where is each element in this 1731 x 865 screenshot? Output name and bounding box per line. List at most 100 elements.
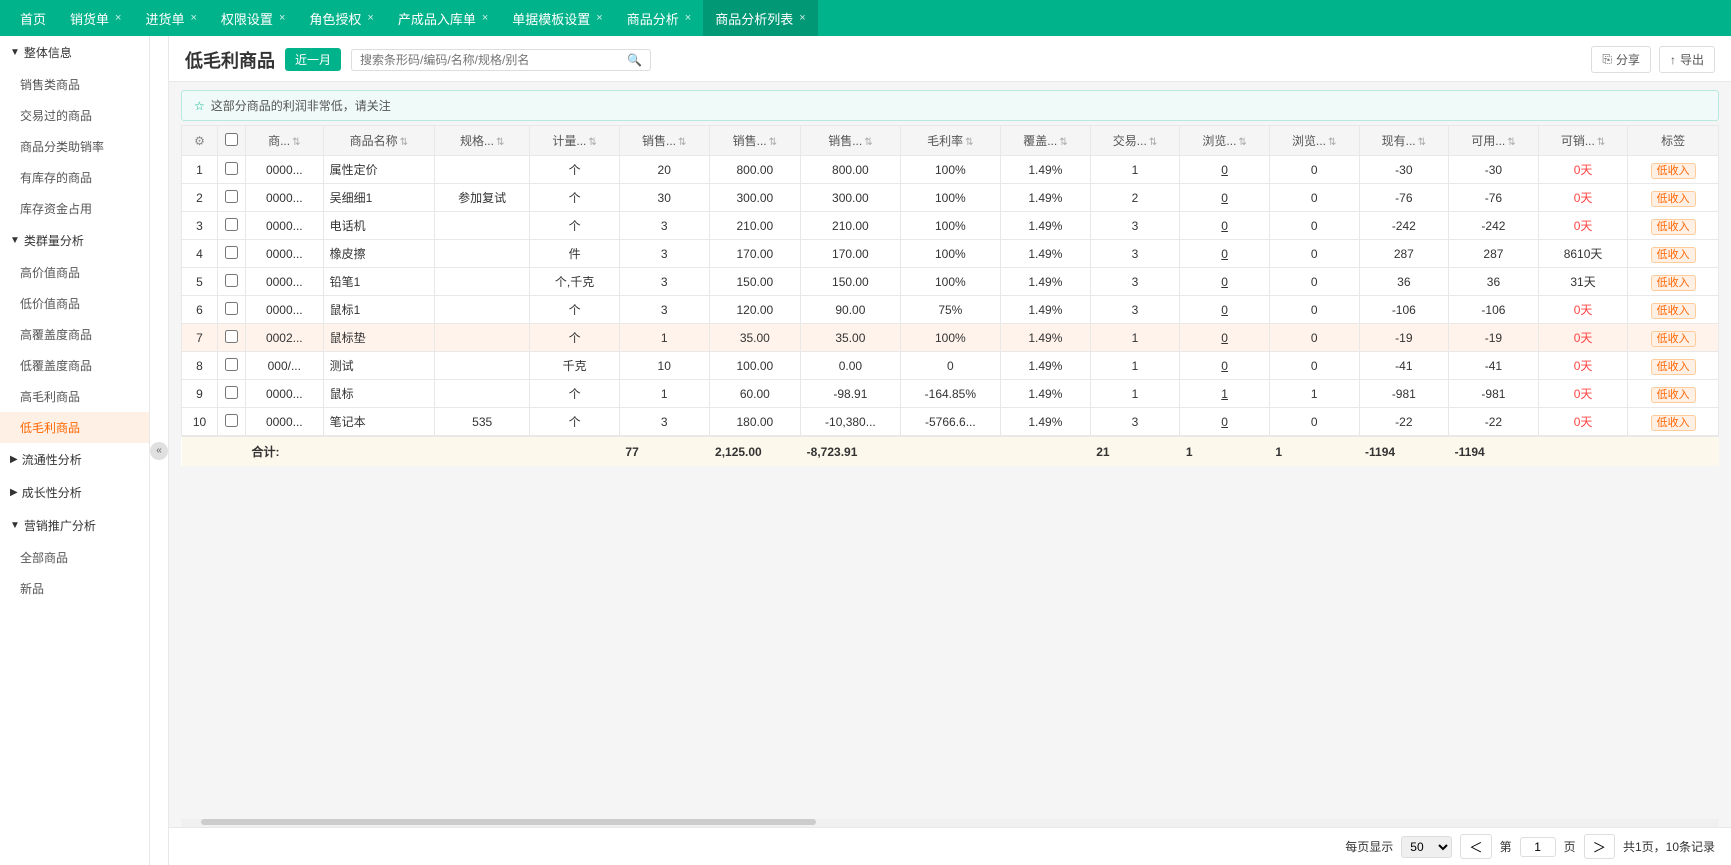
sidebar-item-low-coverage[interactable]: 低覆盖度商品 <box>0 350 149 381</box>
sidebar-item-sales-goods[interactable]: 销售类商品 <box>0 69 149 100</box>
per-page-select[interactable]: 50 100 200 <box>1401 836 1452 858</box>
row-name[interactable]: 属性定价 <box>323 156 434 184</box>
row-checkbox[interactable] <box>218 352 246 380</box>
col-browse1[interactable]: 浏览...⇅ <box>1180 126 1270 156</box>
close-icon[interactable]: × <box>279 12 285 24</box>
row-checkbox[interactable] <box>218 240 246 268</box>
nav-purchase-order[interactable]: 进货单 × <box>133 0 208 36</box>
row-checkbox[interactable] <box>218 408 246 437</box>
row-checkbox[interactable] <box>218 212 246 240</box>
close-icon[interactable]: × <box>596 12 602 24</box>
page-number-input[interactable] <box>1520 837 1556 857</box>
row-name[interactable]: 铅笔1 <box>323 268 434 296</box>
close-icon[interactable]: × <box>799 12 805 24</box>
row-sale-price: 35.00 <box>709 324 801 352</box>
row-name[interactable]: 吴细细1 <box>323 184 434 212</box>
row-name[interactable]: 测试 <box>323 352 434 380</box>
row-browse2: 0 <box>1269 352 1359 380</box>
share-button[interactable]: ⎘ 分享 <box>1591 46 1651 73</box>
row-name[interactable]: 电话机 <box>323 212 434 240</box>
sidebar-group-circulation[interactable]: ▶ 流通性分析 <box>0 443 149 476</box>
sidebar-group-growth[interactable]: ▶ 成长性分析 <box>0 476 149 509</box>
nav-home[interactable]: 首页 <box>8 0 58 36</box>
col-transactions[interactable]: 交易...⇅ <box>1090 126 1180 156</box>
row-checkbox[interactable] <box>218 156 246 184</box>
row-browse1[interactable]: 0 <box>1180 212 1270 240</box>
row-browse1[interactable]: 0 <box>1180 324 1270 352</box>
sidebar-item-high-margin[interactable]: 高毛利商品 <box>0 381 149 412</box>
close-icon[interactable]: × <box>685 12 691 24</box>
row-browse1[interactable]: 0 <box>1180 268 1270 296</box>
row-checkbox[interactable] <box>218 380 246 408</box>
col-name[interactable]: 商品名称⇅ <box>323 126 434 156</box>
next-page-btn[interactable]: ＞ <box>1584 834 1615 859</box>
row-browse1[interactable]: 0 <box>1180 240 1270 268</box>
row-name[interactable]: 橡皮擦 <box>323 240 434 268</box>
row-no: 9 <box>182 380 218 408</box>
prev-page-btn[interactable]: ＜ <box>1460 834 1491 859</box>
search-icon[interactable]: 🔍 <box>627 53 642 67</box>
nav-product-analysis-list[interactable]: 商品分析列表 × <box>703 0 817 36</box>
row-name[interactable]: 鼠标1 <box>323 296 434 324</box>
select-all-checkbox[interactable] <box>225 133 238 146</box>
row-browse1[interactable]: 1 <box>1180 380 1270 408</box>
sidebar-item-stock-funds[interactable]: 库存资金占用 <box>0 193 149 224</box>
row-browse1[interactable]: 0 <box>1180 184 1270 212</box>
col-sellable[interactable]: 可销...⇅ <box>1538 126 1628 156</box>
sidebar-group-marketing[interactable]: ▼ 营销推广分析 <box>0 509 149 542</box>
col-margin[interactable]: 毛利率⇅ <box>900 126 1000 156</box>
col-qty[interactable]: 销售...⇅ <box>619 126 709 156</box>
sidebar-group-cluster[interactable]: ▼ 类群量分析 <box>0 224 149 257</box>
close-icon[interactable]: × <box>190 12 196 24</box>
table-row: 6 0000... 鼠标1 个 3 120.00 90.00 75% 1.49%… <box>182 296 1719 324</box>
sidebar-group-overview[interactable]: ▼ 整体信息 <box>0 36 149 69</box>
search-input[interactable] <box>360 53 627 67</box>
col-sale-amount[interactable]: 销售...⇅ <box>801 126 900 156</box>
sidebar-item-category-rate[interactable]: 商品分类助销率 <box>0 131 149 162</box>
row-checkbox[interactable] <box>218 268 246 296</box>
col-unit[interactable]: 计量...⇅ <box>530 126 620 156</box>
row-name[interactable]: 笔记本 <box>323 408 434 437</box>
nav-product-analysis[interactable]: 商品分析 × <box>615 0 703 36</box>
row-sale-amount: 210.00 <box>801 212 900 240</box>
sidebar-item-traded-goods[interactable]: 交易过的商品 <box>0 100 149 131</box>
row-checkbox[interactable] <box>218 296 246 324</box>
row-name[interactable]: 鼠标垫 <box>323 324 434 352</box>
col-spec[interactable]: 规格...⇅ <box>435 126 530 156</box>
row-checkbox[interactable] <box>218 184 246 212</box>
sidebar-item-new-goods[interactable]: 新品 <box>0 573 149 604</box>
nav-role-auth[interactable]: 角色授权 × <box>297 0 385 36</box>
row-browse1[interactable]: 0 <box>1180 296 1270 324</box>
row-transactions: 3 <box>1090 408 1180 437</box>
sidebar-item-stocked-goods[interactable]: 有库存的商品 <box>0 162 149 193</box>
row-browse1[interactable]: 0 <box>1180 352 1270 380</box>
close-icon[interactable]: × <box>482 12 488 24</box>
row-sale-amount: 300.00 <box>801 184 900 212</box>
sidebar-item-high-coverage[interactable]: 高覆盖度商品 <box>0 319 149 350</box>
nav-sales-order[interactable]: 销货单 × <box>58 0 133 36</box>
sidebar-item-low-value[interactable]: 低价值商品 <box>0 288 149 319</box>
sidebar-item-high-value[interactable]: 高价值商品 <box>0 257 149 288</box>
settings-icon[interactable]: ⚙ <box>194 134 205 148</box>
nav-product-entry[interactable]: 产成品入库单 × <box>386 0 500 36</box>
col-code[interactable]: 商...⇅ <box>246 126 324 156</box>
sidebar-collapse-btn[interactable]: « <box>150 36 169 865</box>
export-button[interactable]: ↑ 导出 <box>1659 46 1715 73</box>
row-browse1[interactable]: 0 <box>1180 408 1270 437</box>
sidebar-item-all-goods[interactable]: 全部商品 <box>0 542 149 573</box>
close-icon[interactable]: × <box>367 12 373 24</box>
row-browse1[interactable]: 0 <box>1180 156 1270 184</box>
filter-period-btn[interactable]: 近一月 <box>285 48 341 71</box>
col-coverage[interactable]: 覆盖...⇅ <box>1001 126 1091 156</box>
col-available[interactable]: 可用...⇅ <box>1449 126 1539 156</box>
nav-permissions[interactable]: 权限设置 × <box>209 0 297 36</box>
col-browse2[interactable]: 浏览...⇅ <box>1269 126 1359 156</box>
col-current-stock[interactable]: 现有...⇅ <box>1359 126 1449 156</box>
sidebar-item-low-margin[interactable]: 低毛利商品 <box>0 412 149 443</box>
close-icon[interactable]: × <box>115 12 121 24</box>
row-checkbox[interactable] <box>218 324 246 352</box>
nav-template-settings[interactable]: 单据模板设置 × <box>500 0 614 36</box>
col-settings[interactable]: ⚙ <box>182 126 218 156</box>
row-name[interactable]: 鼠标 <box>323 380 434 408</box>
col-sale-price[interactable]: 销售...⇅ <box>709 126 801 156</box>
